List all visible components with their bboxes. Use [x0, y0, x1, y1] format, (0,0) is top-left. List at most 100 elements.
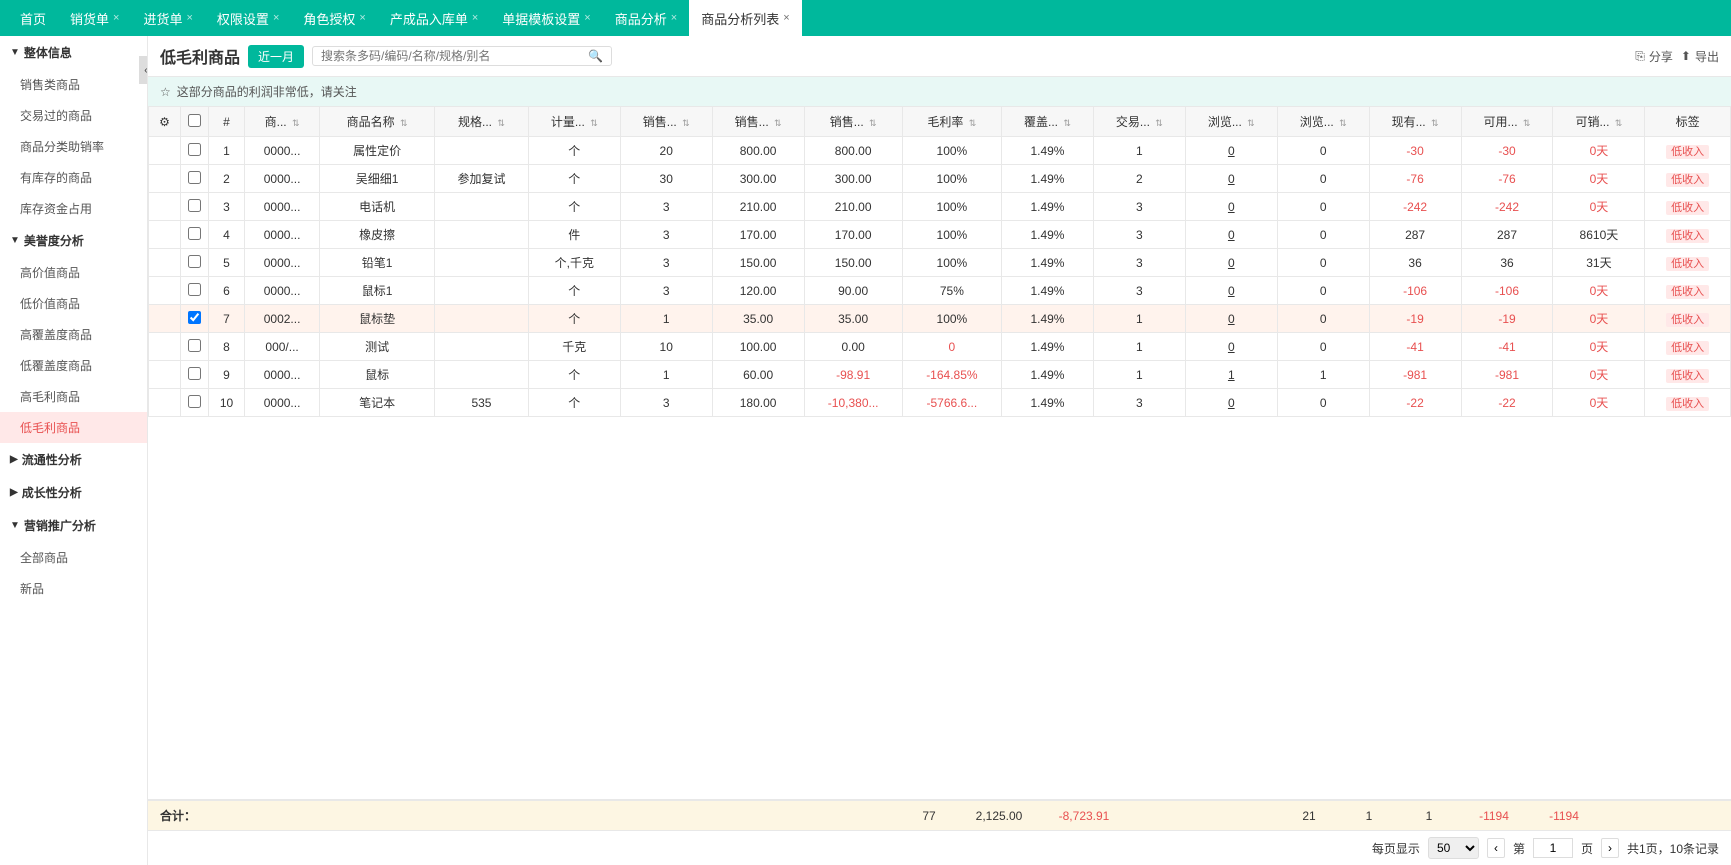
nav-permission[interactable]: 权限设置 × — [205, 0, 291, 36]
checkbox-cell[interactable] — [181, 361, 209, 389]
checkbox-cell[interactable] — [181, 221, 209, 249]
nav-sales-order[interactable]: 销货单 × — [58, 0, 131, 36]
row-checkbox[interactable] — [188, 171, 201, 184]
close-icon[interactable]: × — [273, 12, 279, 24]
col-code[interactable]: 商... ⇅ — [245, 107, 320, 137]
checkbox-cell[interactable] — [181, 277, 209, 305]
row-checkbox[interactable] — [188, 227, 201, 240]
sidebar-item-new-products[interactable]: 新品 — [0, 573, 147, 604]
col-trade[interactable]: 交易... ⇅ — [1093, 107, 1185, 137]
col-sellable[interactable]: 可销... ⇅ — [1553, 107, 1645, 137]
col-current-stock[interactable]: 现有... ⇅ — [1369, 107, 1461, 137]
checkbox-cell[interactable] — [181, 137, 209, 165]
col-sales-amount[interactable]: 销售... ⇅ — [804, 107, 902, 137]
sidebar-item-low-margin[interactable]: 低毛利商品 — [0, 412, 147, 443]
browse1-cell[interactable]: 0 — [1185, 333, 1277, 361]
close-icon[interactable]: × — [584, 12, 590, 24]
close-icon[interactable]: × — [783, 12, 789, 24]
col-browse2[interactable]: 浏览... ⇅ — [1277, 107, 1369, 137]
code-cell: 0000... — [245, 361, 320, 389]
nav-product-analysis[interactable]: 商品分析 × — [603, 0, 689, 36]
browse1-cell[interactable]: 0 — [1185, 305, 1277, 333]
export-button[interactable]: ⬆ 导出 — [1681, 48, 1719, 65]
sidebar-item-low-coverage[interactable]: 低覆盖度商品 — [0, 350, 147, 381]
browse1-cell[interactable]: 0 — [1185, 249, 1277, 277]
close-icon[interactable]: × — [671, 12, 677, 24]
page-number-input[interactable] — [1533, 838, 1573, 858]
browse1-cell[interactable]: 0 — [1185, 137, 1277, 165]
row-checkbox[interactable] — [188, 339, 201, 352]
nav-template[interactable]: 单据模板设置 × — [490, 0, 602, 36]
close-icon[interactable]: × — [113, 12, 119, 24]
prev-page-button[interactable]: ‹ — [1487, 838, 1505, 858]
sidebar-group-reputation[interactable]: ▼ 美誉度分析 — [0, 224, 147, 257]
row-checkbox[interactable] — [188, 311, 201, 324]
sidebar-collapse-button[interactable]: « — [139, 56, 148, 84]
row-checkbox[interactable] — [188, 143, 201, 156]
sidebar-item-high-margin[interactable]: 高毛利商品 — [0, 381, 147, 412]
search-input[interactable] — [321, 49, 588, 63]
row-checkbox[interactable] — [188, 367, 201, 380]
date-filter-button[interactable]: 近一月 — [248, 45, 304, 68]
col-checkbox[interactable] — [181, 107, 209, 137]
checkbox-cell[interactable] — [181, 305, 209, 333]
search-icon[interactable]: 🔍 — [588, 49, 603, 63]
sidebar-group-overall[interactable]: ▼ 整体信息 — [0, 36, 147, 69]
name-cell: 鼠标垫 — [320, 305, 435, 333]
sidebar-item-traded-products[interactable]: 交易过的商品 — [0, 100, 147, 131]
sidebar-group-marketing[interactable]: ▼ 营销推广分析 — [0, 509, 147, 542]
select-all-checkbox[interactable] — [188, 114, 201, 127]
col-unit[interactable]: 计量... ⇅ — [528, 107, 620, 137]
row-checkbox[interactable] — [188, 199, 201, 212]
nav-purchase-order[interactable]: 进货单 × — [131, 0, 204, 36]
browse1-cell[interactable]: 0 — [1185, 193, 1277, 221]
col-sales-qty[interactable]: 销售... ⇅ — [620, 107, 712, 137]
col-available[interactable]: 可用... ⇅ — [1461, 107, 1553, 137]
sidebar-item-category-rate[interactable]: 商品分类助销率 — [0, 131, 147, 162]
share-button[interactable]: ⎘ 分享 — [1635, 48, 1673, 65]
trade-cell: 1 — [1093, 137, 1185, 165]
row-checkbox[interactable] — [188, 395, 201, 408]
sidebar-item-sales-products[interactable]: 销售类商品 — [0, 69, 147, 100]
nav-home[interactable]: 首页 — [8, 0, 58, 36]
col-sales-price[interactable]: 销售... ⇅ — [712, 107, 804, 137]
row-checkbox[interactable] — [188, 283, 201, 296]
sidebar-item-high-value[interactable]: 高价值商品 — [0, 257, 147, 288]
code-cell: 0000... — [245, 277, 320, 305]
browse1-cell[interactable]: 0 — [1185, 221, 1277, 249]
content-header: 低毛利商品 近一月 🔍 ⎘ 分享 ⬆ 导出 — [148, 36, 1731, 77]
sidebar-item-low-value[interactable]: 低价值商品 — [0, 288, 147, 319]
per-page-select[interactable]: 50 20 100 — [1428, 837, 1479, 859]
checkbox-cell[interactable] — [181, 389, 209, 417]
browse1-cell[interactable]: 0 — [1185, 277, 1277, 305]
sidebar-item-high-coverage[interactable]: 高覆盖度商品 — [0, 319, 147, 350]
browse1-cell[interactable]: 0 — [1185, 389, 1277, 417]
col-browse1[interactable]: 浏览... ⇅ — [1185, 107, 1277, 137]
close-icon[interactable]: × — [472, 12, 478, 24]
checkbox-cell[interactable] — [181, 249, 209, 277]
col-settings[interactable]: ⚙ — [149, 107, 181, 137]
close-icon[interactable]: × — [186, 12, 192, 24]
sidebar-item-capital[interactable]: 库存资金占用 — [0, 193, 147, 224]
nav-product-analysis-list[interactable]: 商品分析列表 × — [689, 0, 801, 36]
sidebar-group-growth[interactable]: ▶ 成长性分析 — [0, 476, 147, 509]
tag-cell: 低收入 — [1645, 305, 1731, 333]
checkbox-cell[interactable] — [181, 165, 209, 193]
browse1-cell[interactable]: 0 — [1185, 165, 1277, 193]
checkbox-cell[interactable] — [181, 333, 209, 361]
col-spec[interactable]: 规格... ⇅ — [435, 107, 529, 137]
nav-product-stock[interactable]: 产成品入库单 × — [378, 0, 490, 36]
sidebar-item-all-products[interactable]: 全部商品 — [0, 542, 147, 573]
sidebar-item-in-stock[interactable]: 有库存的商品 — [0, 162, 147, 193]
col-coverage[interactable]: 覆盖... ⇅ — [1002, 107, 1094, 137]
browse1-cell[interactable]: 1 — [1185, 361, 1277, 389]
next-page-button[interactable]: › — [1601, 838, 1619, 858]
nav-role-auth[interactable]: 角色授权 × — [291, 0, 377, 36]
row-checkbox[interactable] — [188, 255, 201, 268]
checkbox-cell[interactable] — [181, 193, 209, 221]
col-name[interactable]: 商品名称 ⇅ — [320, 107, 435, 137]
col-gross-rate[interactable]: 毛利率 ⇅ — [902, 107, 1001, 137]
coverage-cell: 1.49% — [1002, 277, 1094, 305]
close-icon[interactable]: × — [359, 12, 365, 24]
sidebar-group-liquidity[interactable]: ▶ 流通性分析 — [0, 443, 147, 476]
